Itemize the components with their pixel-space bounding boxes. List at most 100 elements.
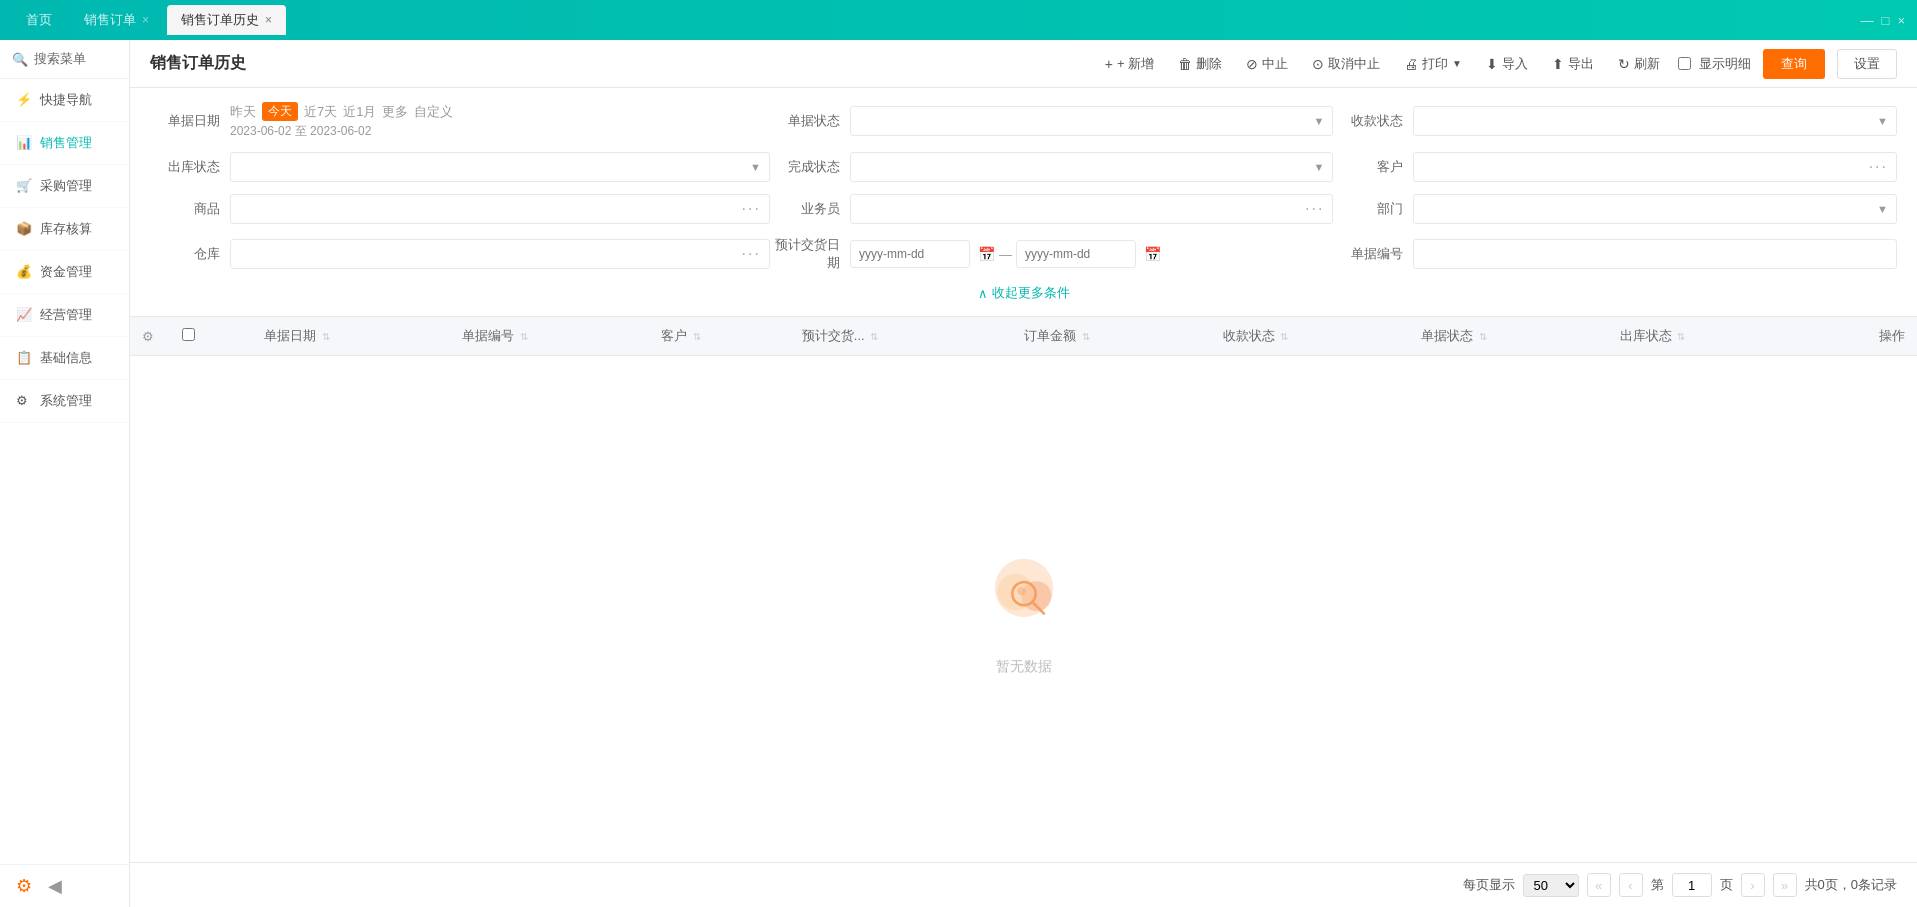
sidebar-item-operations[interactable]: 📈 经营管理 [0,294,129,337]
maximize-btn[interactable]: □ [1882,13,1890,28]
date-label: 单据日期 [150,112,230,130]
no-sort-icon[interactable]: ⇅ [520,331,528,342]
page-number-suffix: 页 [1720,876,1733,894]
cancel-stop-button[interactable]: ⊙ 取消中止 [1306,51,1386,77]
sidebar-item-system[interactable]: ⚙ 系统管理 [0,380,129,423]
expected-date-from-input[interactable] [850,240,970,268]
empty-state: 暂无数据 [130,356,1917,862]
next-page-btn[interactable]: › [1741,873,1765,897]
customer-label: 客户 [1333,158,1413,176]
last-page-btn[interactable]: » [1773,873,1797,897]
current-page-input[interactable] [1672,873,1712,897]
window-controls: — □ × [1861,13,1905,28]
sidebar-item-inventory[interactable]: 📦 库存核算 [0,208,129,251]
first-page-btn[interactable]: « [1587,873,1611,897]
sidebar-collapse-icon[interactable]: ◀ [48,875,62,897]
delete-button[interactable]: 🗑 删除 [1172,51,1228,77]
payment-status-label: 收款状态 [1333,112,1413,130]
stop-button[interactable]: ⊘ 中止 [1240,51,1294,77]
bill-status-sort-icon[interactable]: ⇅ [1479,331,1487,342]
th-payment-status: 收款状态 ⇅ [1211,317,1409,356]
payment-status-sort-icon[interactable]: ⇅ [1280,331,1288,342]
prev-page-btn[interactable]: ‹ [1619,873,1643,897]
sidebar-item-purchase[interactable]: 🛒 采购管理 [0,165,129,208]
expected-date-to-input[interactable] [1016,240,1136,268]
customer-sort-icon[interactable]: ⇅ [693,331,701,342]
department-arrow: ▼ [1877,203,1888,215]
table-settings-icon[interactable]: ⚙ [142,329,154,344]
th-expected-date: 预计交货... ⇅ [790,317,1013,356]
date-1month-btn[interactable]: 近1月 [343,103,376,121]
warehouse-dots[interactable]: ··· [742,245,761,263]
out-status-sort-icon[interactable]: ⇅ [1677,331,1685,342]
show-detail-checkbox[interactable]: 显示明细 [1678,55,1751,73]
plus-icon: + [1105,56,1113,72]
bill-no-input[interactable] [1413,239,1897,269]
inventory-icon: 📦 [16,221,32,237]
th-bill-status: 单据状态 ⇅ [1409,317,1607,356]
expected-date-from-calendar-icon[interactable]: 📅 [978,246,995,262]
export-button[interactable]: ⬆ 导出 [1546,51,1600,77]
expected-date-to-calendar-icon[interactable]: 📅 [1144,246,1161,262]
close-btn[interactable]: × [1897,13,1905,28]
sidebar-item-sales[interactable]: 📊 销售管理 [0,122,129,165]
show-detail-input[interactable] [1678,57,1691,70]
date-today-btn[interactable]: 今天 [262,102,298,121]
minimize-btn[interactable]: — [1861,13,1874,28]
date-custom-btn[interactable]: 自定义 [414,103,453,121]
tab-sales-order[interactable]: 销售订单 × [70,5,163,35]
setting-button[interactable]: 设置 [1837,49,1897,79]
customer-select[interactable]: ··· [1413,152,1897,182]
prev-page-icon: ‹ [1628,878,1632,893]
sidebar-item-finance[interactable]: 💰 资金管理 [0,251,129,294]
refresh-button[interactable]: ↻ 刷新 [1612,51,1666,77]
date-sort-icon[interactable]: ⇅ [322,331,330,342]
bill-status-arrow: ▼ [1314,115,1325,127]
salesperson-select[interactable]: ··· [850,194,1334,224]
department-label: 部门 [1333,200,1413,218]
product-dots[interactable]: ··· [742,200,761,218]
date-yesterday-btn[interactable]: 昨天 [230,103,256,121]
query-button[interactable]: 查询 [1763,49,1825,79]
filter-area: 单据日期 昨天 今天 近7天 近1月 更多 自定义 2023-06-02 至 2… [130,88,1917,317]
close-sales-order-tab[interactable]: × [142,13,149,27]
page-number-prefix: 第 [1651,876,1664,894]
collapse-row[interactable]: ∧ 收起更多条件 [150,284,1897,302]
complete-status-label: 完成状态 [770,158,850,176]
purchase-icon: 🛒 [16,178,32,194]
date-more-btn[interactable]: 更多 [382,103,408,121]
sidebar-search[interactable]: 🔍 搜索菜单 [0,40,129,79]
select-all-checkbox[interactable] [182,328,195,341]
close-sales-order-history-tab[interactable]: × [265,13,272,27]
sidebar-item-info[interactable]: 📋 基础信息 [0,337,129,380]
complete-status-select[interactable]: ▼ [850,152,1334,182]
department-select[interactable]: ▼ [1413,194,1897,224]
print-dropdown-icon: ▼ [1452,58,1462,69]
expected-date-sort-icon[interactable]: ⇅ [870,331,878,342]
sidebar-item-quick-nav[interactable]: ⚡ 快捷导航 [0,79,129,122]
payment-status-select[interactable]: ▼ [1413,106,1897,136]
date-7days-btn[interactable]: 近7天 [304,103,337,121]
sidebar-bottom: ⚙ ◀ [0,864,129,907]
salesperson-dots[interactable]: ··· [1305,200,1324,218]
out-status-select[interactable]: ▼ [230,152,770,182]
customer-dots[interactable]: ··· [1869,158,1888,176]
next-page-icon: › [1750,878,1754,893]
filter-row-3: 商品 ··· 业务员 ··· 部门 [150,194,1897,224]
amount-sort-icon[interactable]: ⇅ [1082,331,1090,342]
tab-sales-order-history[interactable]: 销售订单历史 × [167,5,286,35]
complete-status-arrow: ▼ [1314,161,1325,173]
warehouse-select[interactable]: ··· [230,239,770,269]
print-button[interactable]: 🖨 打印 ▼ [1398,51,1468,77]
operations-icon: 📈 [16,307,32,323]
th-checkbox [170,317,252,356]
page-size-select[interactable]: 50 10 20 100 [1523,874,1579,897]
sidebar-settings-icon[interactable]: ⚙ [16,875,32,897]
main-layout: 🔍 搜索菜单 ⚡ 快捷导航 📊 销售管理 🛒 采购管理 📦 库存核算 💰 资金管… [0,40,1917,907]
bill-status-select[interactable]: ▼ [850,106,1334,136]
new-button[interactable]: + + 新增 [1099,51,1160,77]
product-select[interactable]: ··· [230,194,770,224]
import-button[interactable]: ⬇ 导入 [1480,51,1534,77]
page-title: 销售订单历史 [150,53,246,74]
tab-home[interactable]: 首页 [12,5,66,35]
